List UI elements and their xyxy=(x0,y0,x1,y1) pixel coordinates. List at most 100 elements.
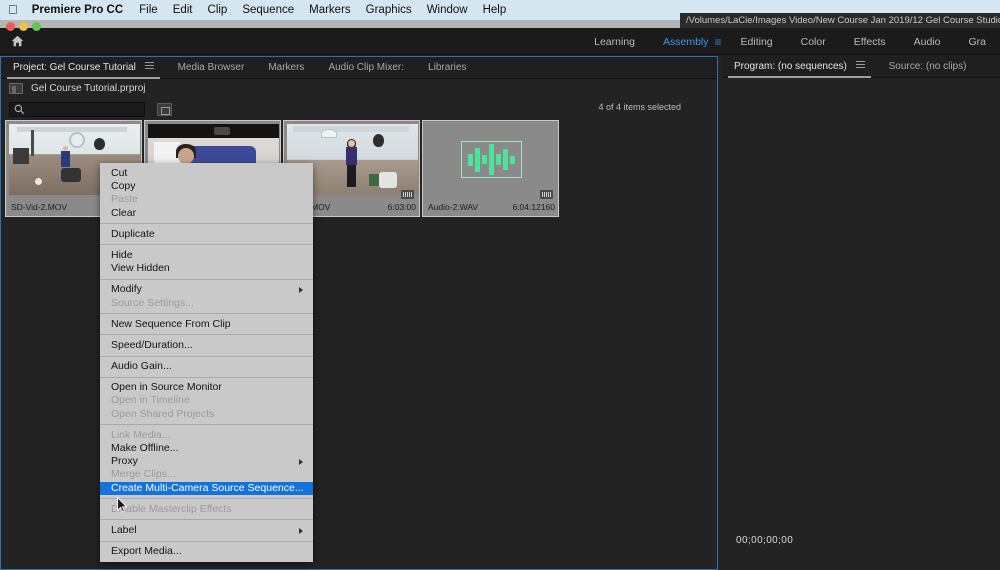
menu-item-speed-duration[interactable]: Speed/Duration... xyxy=(100,339,313,352)
menu-item-proxy-label: Proxy xyxy=(111,455,138,467)
project-file-label: Gel Course Tutorial.prproj xyxy=(31,83,146,94)
workspace-tab-graphics[interactable]: Gra xyxy=(954,28,1000,55)
tab-program-monitor[interactable]: Program: (no sequences) xyxy=(722,56,877,78)
menu-item-copy[interactable]: Copy xyxy=(100,180,313,193)
menu-item-modify[interactable]: Modify xyxy=(100,283,313,296)
clip-name: SD-Vid-2.MOV xyxy=(11,202,67,212)
clip-duration: 6:04:12160 xyxy=(512,202,555,212)
menu-item-new-sequence-from-clip[interactable]: New Sequence From Clip xyxy=(100,318,313,331)
menu-graphics[interactable]: Graphics xyxy=(366,4,412,16)
menu-edit[interactable]: Edit xyxy=(173,4,193,16)
close-icon[interactable] xyxy=(6,22,15,31)
clip-duration: 6:03:00 xyxy=(388,202,416,212)
monitor-viewport[interactable]: 00;00;00;00 xyxy=(722,78,1000,570)
tab-media-browser[interactable]: Media Browser xyxy=(166,57,257,79)
minimize-icon[interactable] xyxy=(19,22,28,31)
menu-item-make-offline[interactable]: Make Offline... xyxy=(100,442,313,455)
project-file-icon xyxy=(9,83,23,94)
menu-item-clear[interactable]: Clear xyxy=(100,207,313,220)
chevron-right-icon xyxy=(299,459,303,465)
home-icon xyxy=(11,35,24,47)
search-input[interactable] xyxy=(28,104,144,114)
menu-item-duplicate[interactable]: Duplicate xyxy=(100,228,313,241)
tab-project-label: Project: Gel Course Tutorial xyxy=(13,62,136,73)
monitor-panel: Program: (no sequences) Source: (no clip… xyxy=(722,56,1000,570)
window-controls[interactable] xyxy=(6,22,41,31)
menu-item-source-settings: Source Settings... xyxy=(100,297,313,310)
clip-type-badge xyxy=(401,190,414,199)
chevron-right-icon xyxy=(299,528,303,534)
workspace-tab-effects[interactable]: Effects xyxy=(840,28,900,55)
workspace-bar: Learning Assembly Editing Color Effects … xyxy=(0,28,1000,55)
menu-help[interactable]: Help xyxy=(483,4,507,16)
menu-item-cut[interactable]: Cut xyxy=(100,167,313,180)
clip-name: Audio-2.WAV xyxy=(428,202,478,212)
menu-item-proxy[interactable]: Proxy xyxy=(100,455,313,468)
menu-item-open-shared-projects: Open Shared Projects xyxy=(100,408,313,421)
menu-item-disable-masterclip-effects: Disable Masterclip Effects xyxy=(100,503,313,516)
find-button[interactable] xyxy=(157,103,172,116)
timecode-display[interactable]: 00;00;00;00 xyxy=(736,535,793,546)
panel-menu-icon[interactable] xyxy=(856,61,865,68)
tab-markers[interactable]: Markers xyxy=(256,57,316,79)
clip-thumbnail-audio-2[interactable]: Audio-2.WAV 6:04:12160 xyxy=(422,120,559,217)
menu-separator xyxy=(100,498,313,499)
clip-context-menu[interactable]: Cut Copy Paste Clear Duplicate Hide View… xyxy=(100,163,313,562)
menu-item-open-in-timeline: Open in Timeline xyxy=(100,394,313,407)
clip-type-badge xyxy=(540,190,553,199)
waveform-icon xyxy=(426,124,557,195)
menu-item-audio-gain[interactable]: Audio Gain... xyxy=(100,360,313,373)
menu-separator xyxy=(100,244,313,245)
tab-libraries[interactable]: Libraries xyxy=(416,57,478,79)
maximize-icon[interactable] xyxy=(32,22,41,31)
menu-item-merge-clips: Merge Clips... xyxy=(100,468,313,481)
premiere-pro-window:  Premiere Pro CC File Edit Clip Sequenc… xyxy=(0,0,1000,570)
panel-menu-icon[interactable] xyxy=(145,62,154,69)
menu-sequence[interactable]: Sequence xyxy=(242,4,294,16)
tab-project[interactable]: Project: Gel Course Tutorial xyxy=(1,57,166,79)
menu-separator xyxy=(100,356,313,357)
menu-separator xyxy=(100,313,313,314)
menu-item-create-multicamera-source-sequence[interactable]: Create Multi-Camera Source Sequence... xyxy=(100,482,313,495)
workspace-tab-audio[interactable]: Audio xyxy=(900,28,955,55)
workspace-tab-learning[interactable]: Learning xyxy=(580,28,649,55)
menu-separator xyxy=(100,223,313,224)
clip-label-row: Audio-2.WAV 6:04:12160 xyxy=(423,200,559,214)
workspace-menu-icon[interactable] xyxy=(715,28,727,55)
project-file-row[interactable]: Gel Course Tutorial.prproj xyxy=(1,79,717,98)
monitor-panel-tabs: Program: (no sequences) Source: (no clip… xyxy=(722,56,1000,78)
workspace-tab-editing[interactable]: Editing xyxy=(727,28,787,55)
workspace-tab-assembly[interactable]: Assembly xyxy=(649,28,723,55)
window-title-strip xyxy=(0,20,1000,28)
menu-item-link-media: Link Media... xyxy=(100,429,313,442)
project-search-row: 4 of 4 items selected xyxy=(1,98,717,120)
menu-item-label[interactable]: Label xyxy=(100,524,313,537)
menu-item-label-text: Label xyxy=(111,524,137,536)
search-input-wrapper[interactable] xyxy=(9,102,145,117)
menu-file[interactable]: File xyxy=(139,4,158,16)
mac-menu-bar:  Premiere Pro CC File Edit Clip Sequenc… xyxy=(0,0,1000,20)
menu-separator xyxy=(100,541,313,542)
menu-item-paste: Paste xyxy=(100,193,313,206)
clip-preview-image xyxy=(426,124,557,195)
menu-separator xyxy=(100,424,313,425)
menu-separator xyxy=(100,519,313,520)
project-panel-tabs: Project: Gel Course Tutorial Media Brows… xyxy=(1,57,717,79)
menu-markers[interactable]: Markers xyxy=(309,4,351,16)
apple-logo-icon[interactable]:  xyxy=(8,3,18,16)
menu-item-view-hidden[interactable]: View Hidden xyxy=(100,262,313,275)
workspace-tab-color[interactable]: Color xyxy=(787,28,840,55)
menu-item-hide[interactable]: Hide xyxy=(100,249,313,262)
menu-item-modify-label: Modify xyxy=(111,283,142,295)
tab-audio-clip-mixer[interactable]: Audio Clip Mixer: xyxy=(316,57,416,79)
tab-source-monitor[interactable]: Source: (no clips) xyxy=(877,56,979,78)
home-button[interactable] xyxy=(0,28,34,55)
menu-window[interactable]: Window xyxy=(427,4,468,16)
menu-clip[interactable]: Clip xyxy=(208,4,228,16)
menu-item-export-media[interactable]: Export Media... xyxy=(100,545,313,558)
menu-separator xyxy=(100,377,313,378)
status-items-selected: 4 of 4 items selected xyxy=(598,102,681,112)
app-name-label[interactable]: Premiere Pro CC xyxy=(32,4,123,16)
tab-program-label: Program: (no sequences) xyxy=(734,61,847,72)
menu-item-open-in-source-monitor[interactable]: Open in Source Monitor xyxy=(100,381,313,394)
